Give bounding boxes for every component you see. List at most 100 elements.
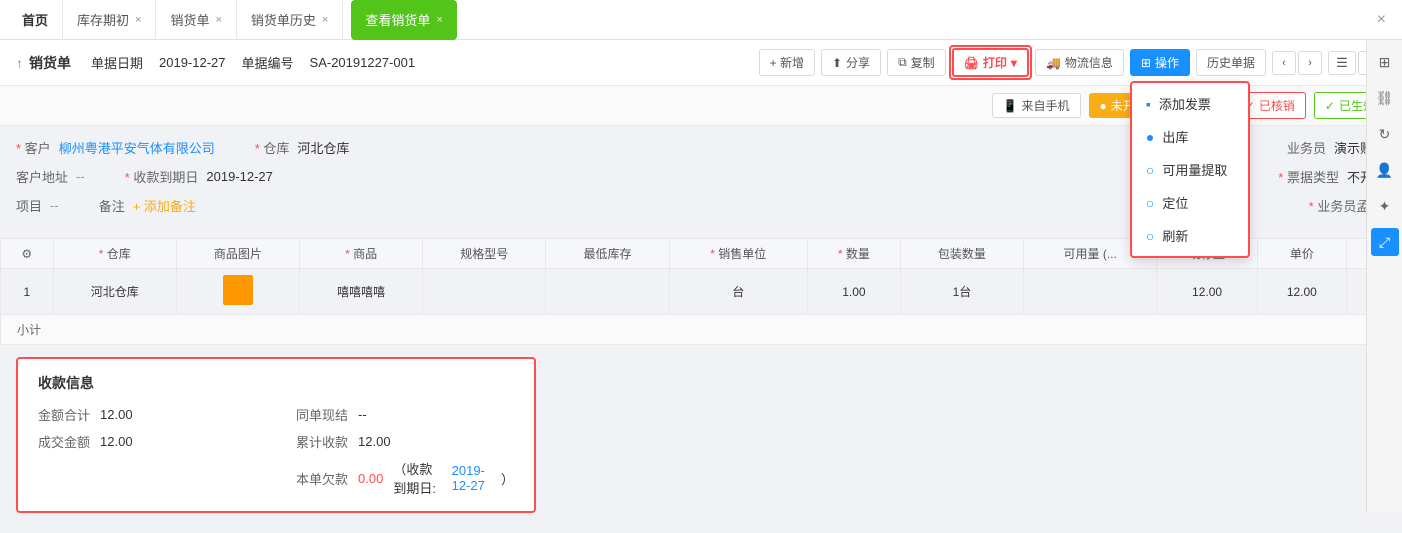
transaction-amount-label: 成交金额	[38, 432, 90, 451]
cell-image	[176, 269, 299, 315]
copy-icon: ⧉	[898, 55, 907, 70]
dropdown-locate[interactable]: ○ 定位	[1132, 186, 1248, 219]
logistics-button[interactable]: 🚚 物流信息	[1035, 49, 1124, 76]
share-icon: ⬆	[832, 56, 842, 70]
cell-min-stock	[546, 269, 669, 315]
dropdown-available-qty[interactable]: ○ 可用量提取	[1132, 153, 1248, 186]
subtotal-row: 小计	[1, 315, 1402, 345]
payment-date-label: 收款到期日	[125, 167, 199, 186]
warehouse-label: 仓库	[255, 138, 290, 157]
copy-button[interactable]: ⧉ 复制	[887, 49, 946, 76]
cell-current-stock: 12.00	[1157, 269, 1257, 315]
cell-pack-qty: 1台	[900, 269, 1023, 315]
salesperson2-label: 业务员孟	[1309, 196, 1370, 215]
tab-close-history[interactable]: ×	[322, 14, 328, 26]
doc-type-icon: ↑	[16, 55, 23, 71]
sidebar-expand-icon[interactable]: ⤢	[1371, 228, 1399, 256]
settings-icon[interactable]: ⚙	[21, 247, 32, 261]
same-order-label: 同单现结	[296, 405, 348, 424]
tab-close-inventory[interactable]: ×	[135, 14, 141, 26]
col-unit: 销售单位	[669, 239, 807, 269]
payment-date-value: 2019-12-27	[206, 169, 273, 184]
operations-button[interactable]: ⊞ 操作	[1130, 49, 1190, 76]
cumulative-payment-label: 累计收款	[296, 432, 348, 451]
transaction-amount-row: 成交金额 12.00	[38, 432, 256, 451]
col-settings: ⚙	[1, 239, 54, 269]
number-label: 单据编号	[242, 53, 294, 72]
address-value: --	[76, 169, 85, 184]
cell-spec	[423, 269, 546, 315]
dropdown-outbound[interactable]: ● 出库	[1132, 120, 1248, 153]
print-highlight: 🖨 打印 ▾	[952, 48, 1029, 77]
right-sidebar: ⊞ ⛓ ↻ 👤 ✦ ⤢	[1366, 40, 1402, 513]
tab-bar-close-button[interactable]: ×	[1369, 11, 1394, 29]
col-min-stock: 最低库存	[546, 239, 669, 269]
prev-arrow[interactable]: ‹	[1272, 51, 1296, 75]
payment-section: 收款信息 金额合计 12.00 同单现结 -- 成交金额 12.00 累计收款 …	[16, 357, 536, 513]
cell-unit-price: 12.00	[1257, 269, 1346, 315]
ticket-type-label: 票据类型	[1278, 167, 1339, 186]
logistics-icon: 🚚	[1046, 56, 1061, 70]
cumulative-payment-value: 12.00	[358, 434, 391, 449]
history-button[interactable]: 历史单据	[1196, 49, 1266, 76]
tab-inventory-init[interactable]: 库存期初 ×	[63, 0, 156, 40]
list-view-btn[interactable]: ☰	[1328, 51, 1356, 75]
add-note-button[interactable]: + 添加备注	[133, 196, 196, 215]
note-field: 备注 + 添加备注	[99, 196, 196, 215]
cell-quantity: 1.00	[807, 269, 900, 315]
customer-label: 客户	[16, 138, 51, 157]
operations-container: ⊞ 操作 ▪ 添加发票 ● 出库 ○ 可用量提取	[1130, 49, 1190, 76]
col-quantity: 数量	[807, 239, 900, 269]
tab-close-view-sales[interactable]: ×	[436, 14, 442, 26]
payment-grid: 金额合计 12.00 同单现结 -- 成交金额 12.00 累计收款 12.00…	[38, 405, 514, 497]
outbound-icon: ●	[1146, 129, 1154, 145]
sidebar-link-icon[interactable]: ⛓	[1371, 84, 1399, 112]
tab-close-sales[interactable]: ×	[215, 14, 221, 26]
cumulative-payment-row: 累计收款 12.00	[296, 432, 514, 451]
sidebar-refresh-icon[interactable]: ↻	[1371, 120, 1399, 148]
print-icon: 🖨	[964, 56, 979, 70]
customer-value[interactable]: 柳州粤港平安气体有限公司	[59, 138, 215, 157]
warehouse-value: 河北仓库	[297, 138, 349, 157]
doc-title: ↑ 销货单	[16, 53, 71, 73]
sidebar-copy-icon[interactable]: ⊞	[1371, 48, 1399, 76]
locate-icon: ○	[1146, 195, 1154, 211]
from-mobile-button[interactable]: 📱 来自手机	[992, 93, 1081, 118]
current-owed-note: （收款到期日:	[393, 459, 441, 497]
customer-field: 客户 柳州粤港平安气体有限公司	[16, 138, 215, 157]
available-qty-icon: ○	[1146, 162, 1154, 178]
warehouse-field: 仓库 河北仓库	[255, 138, 350, 157]
cell-available	[1024, 269, 1157, 315]
salesperson-label: 业务员	[1287, 138, 1326, 157]
nav-arrows: ‹ ›	[1272, 51, 1322, 75]
add-button[interactable]: + 新增	[759, 49, 815, 76]
current-owed-row: 本单欠款 0.00 （收款到期日: 2019-12-27 ）	[296, 459, 514, 497]
next-arrow[interactable]: ›	[1298, 51, 1322, 75]
col-unit-price: 单价	[1257, 239, 1346, 269]
current-owed-value: 0.00	[358, 471, 383, 486]
total-amount-row: 金额合计 12.00	[38, 405, 256, 424]
share-button[interactable]: ⬆ 分享	[821, 49, 881, 76]
dropdown-refresh[interactable]: ○ 刷新	[1132, 219, 1248, 252]
address-field: 客户地址 --	[16, 167, 85, 186]
cell-unit: 台	[669, 269, 807, 315]
print-button[interactable]: 🖨 打印 ▾	[952, 48, 1029, 77]
note-label: 备注	[99, 196, 125, 215]
address-label: 客户地址	[16, 167, 68, 186]
tab-home[interactable]: 首页	[8, 0, 63, 40]
ticket-icon: ●	[1100, 99, 1107, 113]
same-order-value: --	[358, 407, 367, 422]
add-invoice-icon: ▪	[1146, 96, 1151, 112]
tab-view-sales[interactable]: 查看销货单 ×	[351, 0, 456, 40]
date-value: 2019-12-27	[159, 55, 226, 70]
payment-date-field: 收款到期日 2019-12-27	[125, 167, 273, 186]
tab-sales-history[interactable]: 销货单历史 ×	[237, 0, 343, 40]
sidebar-bookmark-icon[interactable]: ✦	[1371, 192, 1399, 220]
sidebar-user-icon[interactable]: 👤	[1371, 156, 1399, 184]
dropdown-add-invoice[interactable]: ▪ 添加发票	[1132, 87, 1248, 120]
effective-icon: ✓	[1325, 99, 1335, 113]
product-image	[223, 275, 253, 305]
col-pack-qty: 包装数量	[900, 239, 1023, 269]
transaction-amount-value: 12.00	[100, 434, 133, 449]
tab-sales-order[interactable]: 销货单 ×	[156, 0, 236, 40]
